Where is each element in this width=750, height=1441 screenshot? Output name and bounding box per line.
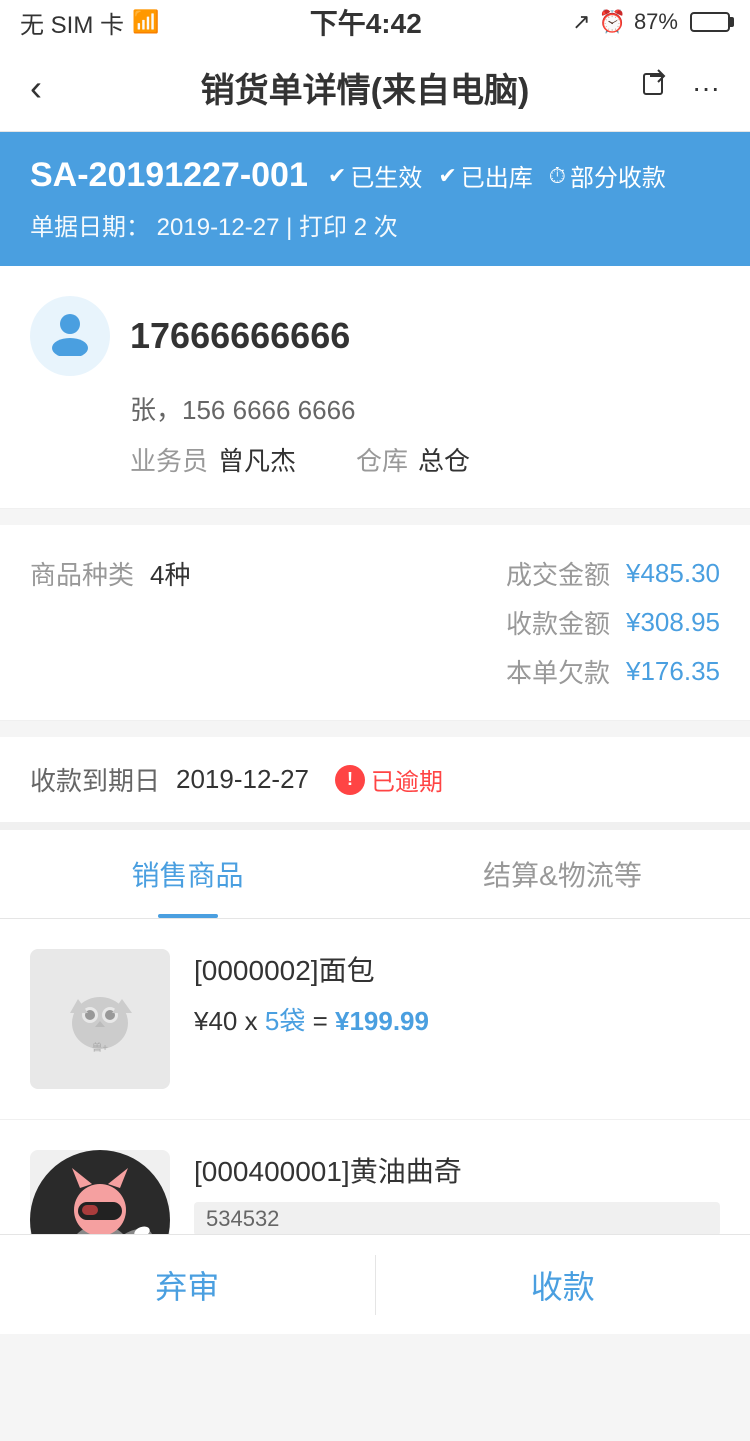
status-left: 无 SIM 卡 📶: [20, 5, 159, 40]
carrier-label: 无 SIM 卡: [20, 5, 124, 40]
svg-text:兽+: 兽+: [92, 1041, 108, 1054]
product-tag-2: 534532: [194, 1202, 720, 1236]
status-badge-effective: ✔ 已生效: [328, 158, 422, 193]
location-icon: ↗: [572, 9, 590, 35]
warehouse-meta: 仓库 总仓: [356, 441, 470, 478]
deal-amount-row: 成交金额 ¥485.30: [506, 555, 720, 592]
cancel-button[interactable]: 弃审: [0, 1235, 375, 1334]
sales-meta: 业务员 曾凡杰: [130, 441, 296, 478]
product-total-1: ¥199.99: [335, 1006, 429, 1036]
product-img-placeholder-1: 兽+: [30, 949, 170, 1089]
time-label: 下午4:42: [310, 2, 422, 42]
header-top: SA-20191227-001 ✔ 已生效 ✔ 已出库 ⏱ 部分收款: [30, 156, 720, 195]
sales-value: 曾凡杰: [218, 441, 296, 478]
sales-label: 业务员: [130, 441, 208, 478]
status-badges: ✔ 已生效 ✔ 已出库 ⏱ 部分收款: [328, 158, 666, 193]
nav-bar: ‹ 销货单详情(来自电脑) ···: [0, 44, 750, 132]
deal-amount-label: 成交金额: [506, 555, 610, 592]
order-id: SA-20191227-001: [30, 156, 308, 195]
product-price-1: ¥40 x 5袋 = ¥199.99: [194, 1001, 720, 1038]
order-date: 2019-12-27: [157, 214, 280, 241]
product-name-2: [000400001]黄油曲奇: [194, 1150, 720, 1190]
summary-section: 商品种类 4种 成交金额 ¥485.30 收款金额 ¥308.95 本单欠款 ¥…: [0, 525, 750, 721]
summary-left: 商品种类 4种: [30, 555, 190, 592]
status-badge-partial: ⏱ 部分收款: [549, 158, 666, 193]
due-date-value: 2019-12-27: [176, 764, 309, 795]
bottom-bar: 弃审 收款: [0, 1234, 750, 1334]
product-qty-1: 5袋: [265, 1006, 305, 1036]
status-bar: 无 SIM 卡 📶 下午4:42 ↗ ⏰ 87%: [0, 0, 750, 44]
customer-row: 17666666666: [30, 296, 720, 376]
product-image-1: 兽+: [30, 949, 170, 1089]
due-label: 收款到期日: [30, 761, 160, 798]
warehouse-label: 仓库: [356, 441, 408, 478]
check-icon-1: ✔: [328, 163, 346, 189]
status-right: ↗ ⏰ 87%: [572, 9, 730, 35]
clock-icon: ⏱: [549, 163, 566, 189]
product-multiply-1: x: [245, 1006, 265, 1036]
status-badge-shipped: ✔ 已出库: [438, 158, 532, 193]
tabs-section: 销售商品 结算&物流等: [0, 830, 750, 919]
deal-amount-value: ¥485.30: [626, 558, 720, 589]
owed-amount-label: 本单欠款: [506, 653, 610, 690]
summary-right: 成交金额 ¥485.30 收款金额 ¥308.95 本单欠款 ¥176.35: [506, 555, 720, 690]
overdue-icon: !: [335, 765, 365, 795]
table-row: 兽+ [0000002]面包 ¥40 x 5袋 = ¥199.99: [0, 919, 750, 1120]
product-types-item: 商品种类 4种: [30, 555, 190, 592]
check-icon-2: ✔: [438, 163, 456, 189]
received-amount-value: ¥308.95: [626, 607, 720, 638]
tab-settlement[interactable]: 结算&物流等: [375, 830, 750, 918]
summary-row: 商品种类 4种 成交金额 ¥485.30 收款金额 ¥308.95 本单欠款 ¥…: [30, 555, 720, 690]
page-title: 销货单详情(来自电脑): [201, 63, 530, 112]
battery-percent: 87%: [634, 9, 678, 35]
product-equals-1: =: [313, 1006, 335, 1036]
product-info-1: [0000002]面包 ¥40 x 5袋 = ¥199.99: [194, 949, 720, 1038]
avatar-icon: [45, 306, 95, 367]
received-amount-row: 收款金额 ¥308.95: [506, 604, 720, 641]
back-button[interactable]: ‹: [30, 67, 90, 109]
bottom-spacer: [0, 1321, 750, 1441]
warehouse-value: 总仓: [418, 441, 470, 478]
tab-sales-products[interactable]: 销售商品: [0, 830, 375, 918]
share-icon[interactable]: [640, 68, 672, 107]
more-icon[interactable]: ···: [692, 72, 720, 104]
header-banner: SA-20191227-001 ✔ 已生效 ✔ 已出库 ⏱ 部分收款 单据日期：…: [0, 132, 750, 266]
due-section: 收款到期日 2019-12-27 ! 已逾期: [0, 737, 750, 830]
wifi-icon: 📶: [132, 9, 159, 35]
print-label: | 打印: [286, 214, 347, 241]
overdue-badge: ! 已逾期: [335, 762, 443, 797]
overdue-text: 已逾期: [371, 762, 443, 797]
alarm-icon: ⏰: [599, 9, 626, 35]
product-types-label: 商品种类: [30, 555, 134, 592]
tab-settlement-label: 结算&物流等: [483, 854, 642, 894]
customer-meta: 业务员 曾凡杰 仓库 总仓: [30, 441, 720, 478]
product-name-1: [0000002]面包: [194, 949, 720, 989]
battery-icon: [690, 12, 730, 32]
nav-actions: ···: [640, 68, 720, 107]
tab-sales-label: 销售商品: [131, 854, 243, 894]
header-bottom: 单据日期： 2019-12-27 | 打印 2 次: [30, 207, 720, 242]
avatar: [30, 296, 110, 376]
customer-section: 17666666666 张，156 6666 6666 业务员 曾凡杰 仓库 总…: [0, 266, 750, 509]
owed-amount-value: ¥176.35: [626, 656, 720, 687]
date-label: 单据日期：: [30, 214, 150, 241]
confirm-button[interactable]: 收款: [376, 1235, 750, 1334]
received-amount-label: 收款金额: [506, 604, 610, 641]
customer-detail: 张，156 6666 6666: [30, 390, 720, 427]
product-base-price-1: ¥40: [194, 1006, 237, 1036]
product-types-value: 4种: [150, 555, 190, 592]
customer-phone: 17666666666: [130, 315, 350, 357]
owed-amount-row: 本单欠款 ¥176.35: [506, 653, 720, 690]
